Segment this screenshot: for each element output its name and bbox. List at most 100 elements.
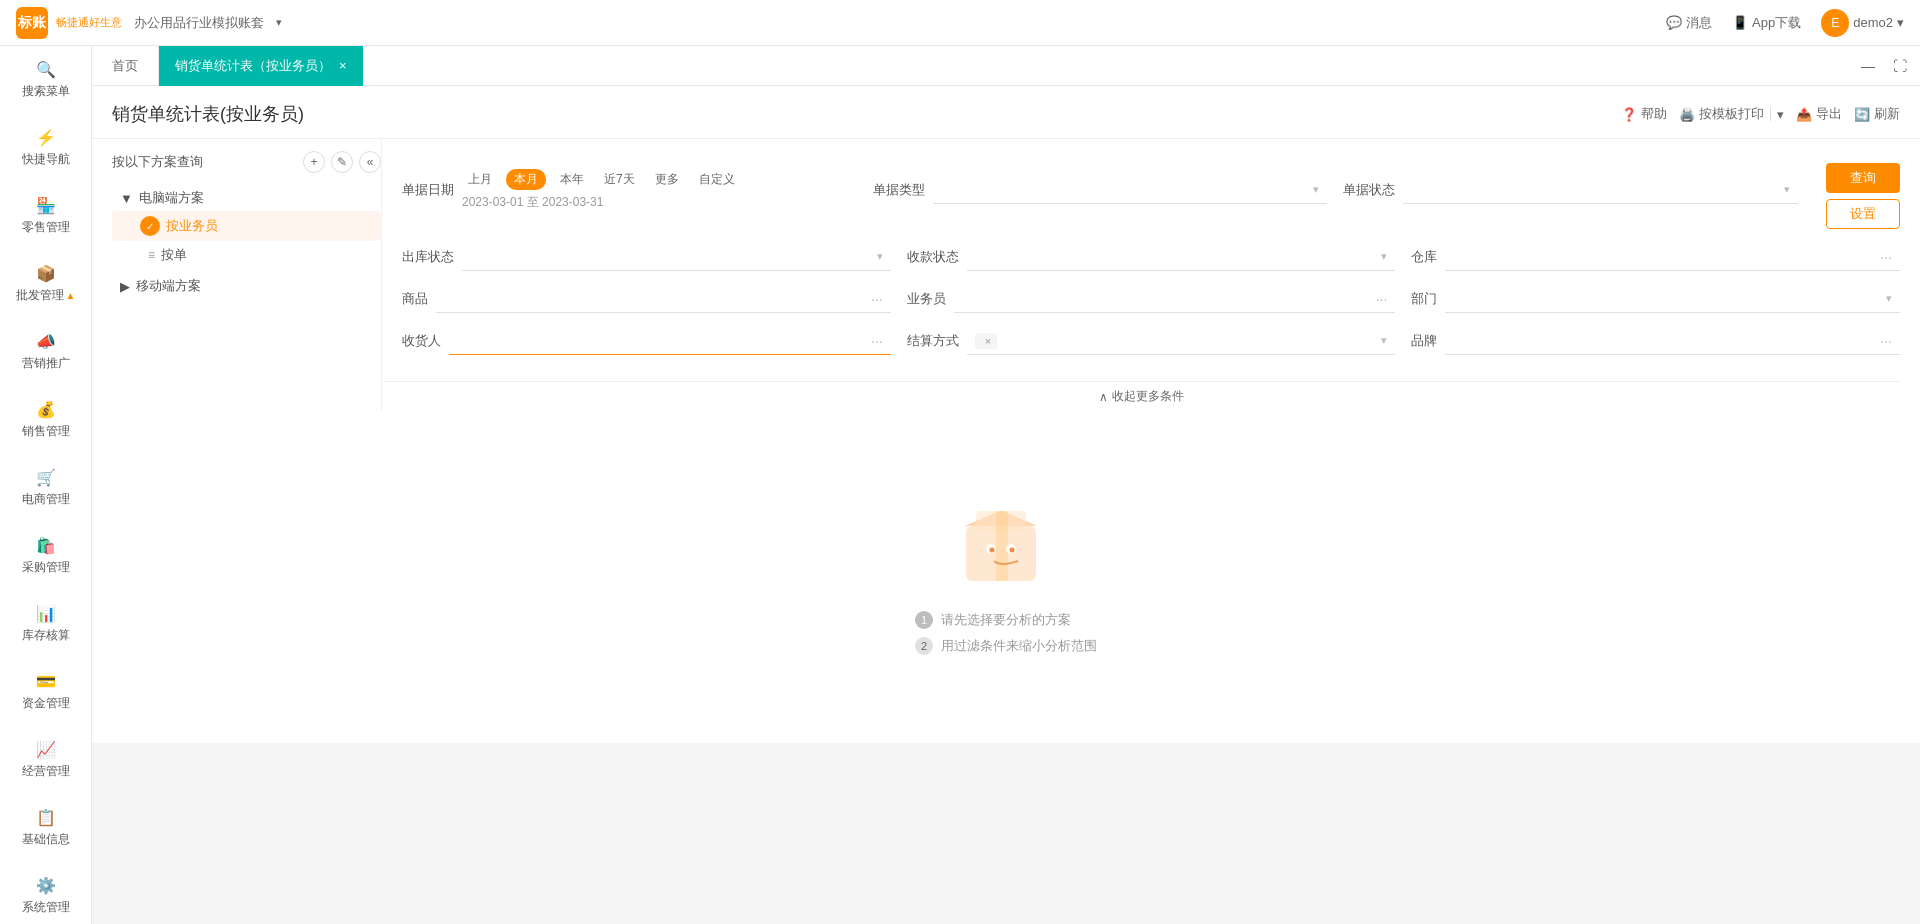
filter-salesperson: 业务员 ··· bbox=[907, 285, 1396, 313]
date-control: 上月 本月 本年 近7天 更多 自定义 2023-03-01 至 20 bbox=[462, 169, 857, 211]
sidebar-item-wholesale[interactable]: 📦 批发管理▲ bbox=[0, 250, 91, 318]
goods-dots[interactable]: ··· bbox=[871, 291, 883, 307]
collapse-btn-label: 收起更多条件 bbox=[1112, 388, 1184, 405]
date-tab-more[interactable]: 更多 bbox=[649, 169, 685, 190]
warehouse-dots[interactable]: ··· bbox=[1880, 249, 1892, 265]
date-tab-7days[interactable]: 近7天 bbox=[598, 169, 641, 190]
sidebar-item-ops[interactable]: 📈 经营管理 bbox=[0, 726, 91, 794]
app-download-btn[interactable]: 📱 App下载 bbox=[1732, 14, 1801, 32]
receive-status-control[interactable]: ▾ bbox=[967, 243, 1396, 271]
scheme-item-salesperson[interactable]: ✓ 按业务员 bbox=[112, 211, 381, 241]
date-tab-this-month[interactable]: 本月 bbox=[506, 169, 546, 190]
refresh-btn[interactable]: 🔄 刷新 bbox=[1854, 105, 1900, 123]
scheme-item-by-order[interactable]: ≡ 按单 bbox=[112, 241, 381, 269]
settings-button[interactable]: 设置 bbox=[1826, 199, 1900, 229]
filter-section: 按以下方案查询 + ✎ « ▼ bbox=[92, 139, 1920, 411]
sidebar-item-purchase[interactable]: 🛍️ 采购管理 bbox=[0, 522, 91, 590]
filter-dept: 部门 ▾ bbox=[1411, 285, 1900, 313]
mobile-scheme-group: ▶ 移动端方案 bbox=[112, 273, 381, 299]
salesperson-control[interactable]: ··· bbox=[954, 285, 1396, 313]
system-icon: ⚙️ bbox=[8, 876, 83, 895]
doc-status-arrow: ▾ bbox=[1784, 183, 1790, 196]
out-status-arrow: ▾ bbox=[877, 250, 883, 263]
tab-active-report[interactable]: 销货单统计表（按业务员） × bbox=[159, 46, 363, 86]
svg-point-6 bbox=[1010, 548, 1015, 553]
collapse-scheme-btn[interactable]: « bbox=[359, 151, 381, 173]
desktop-scheme-group: ▼ 电脑端方案 ✓ 按业务员 ≡ 按单 bbox=[112, 185, 381, 269]
collapse-more-btn[interactable]: ∧ 收起更多条件 bbox=[1099, 388, 1184, 405]
sales-icon: 💰 bbox=[8, 400, 83, 419]
expand-icon: ▼ bbox=[120, 191, 133, 206]
sidebar-item-label: 基础信息 bbox=[8, 831, 83, 848]
sidebar-item-inventory[interactable]: 📊 库存核算 bbox=[0, 590, 91, 658]
doc-type-control[interactable]: ▾ bbox=[933, 176, 1328, 204]
sidebar-item-label: 营销推广 bbox=[8, 355, 83, 372]
help-icon: ❓ bbox=[1621, 107, 1637, 122]
edit-scheme-btn[interactable]: ✎ bbox=[331, 151, 353, 173]
filter-row-4: 收货人 ··· 结算方式 bbox=[402, 327, 1900, 355]
message-btn[interactable]: 💬 消息 bbox=[1666, 14, 1712, 32]
top-bar-left: 标账 畅捷通好生意 办公用品行业模拟账套 ▾ bbox=[16, 7, 282, 39]
date-tab-this-year[interactable]: 本年 bbox=[554, 169, 590, 190]
sidebar-item-sales[interactable]: 💰 销售管理 bbox=[0, 386, 91, 454]
settlement-control[interactable]: × ▾ bbox=[967, 327, 1396, 355]
tab-minimize-btn[interactable]: — bbox=[1856, 54, 1880, 78]
top-bar-title: 办公用品行业模拟账套 bbox=[134, 14, 264, 32]
refresh-icon: 🔄 bbox=[1854, 107, 1870, 122]
add-scheme-btn[interactable]: + bbox=[303, 151, 325, 173]
recipient-label: 收货人 bbox=[402, 332, 441, 350]
top-bar-right: 💬 消息 📱 App下载 E demo2 ▾ bbox=[1666, 9, 1904, 37]
salesperson-dots[interactable]: ··· bbox=[1376, 291, 1388, 307]
settlement-tag: × bbox=[975, 333, 997, 349]
mobile-scheme-title[interactable]: ▶ 移动端方案 bbox=[112, 273, 381, 299]
date-tab-last-month[interactable]: 上月 bbox=[462, 169, 498, 190]
sidebar-item-search[interactable]: 🔍 搜索菜单 bbox=[0, 46, 91, 114]
sidebar-item-retail[interactable]: 🏪 零售管理 bbox=[0, 182, 91, 250]
sidebar-item-quicknav[interactable]: ⚡ 快捷导航 bbox=[0, 114, 91, 182]
logo-icon: 标账 bbox=[16, 7, 48, 39]
logo-abbr-text: 标账 bbox=[18, 14, 46, 32]
empty-illustration bbox=[946, 491, 1066, 591]
user-area[interactable]: E demo2 ▾ bbox=[1821, 9, 1904, 37]
tab-maximize-btn[interactable]: ⛶ bbox=[1888, 54, 1912, 78]
sidebar-item-system[interactable]: ⚙️ 系统管理 bbox=[0, 862, 91, 924]
filter-row-3: 商品 ··· 业务员 bbox=[402, 285, 1900, 313]
print-btn[interactable]: 🖨️ 按模板打印 ▾ bbox=[1679, 105, 1784, 123]
step-num-2: 2 bbox=[915, 637, 933, 655]
main-area: 🔍 搜索菜单 ⚡ 快捷导航 🏪 零售管理 📦 批发管理▲ 📣 营销推广 💰 bbox=[0, 46, 1920, 924]
empty-step1-text: 请先选择要分析的方案 bbox=[941, 611, 1071, 629]
logo-app-name: 畅捷通好生意 bbox=[56, 15, 122, 29]
page-title: 销货单统计表(按业务员) bbox=[112, 102, 304, 126]
help-btn[interactable]: ❓ 帮助 bbox=[1621, 105, 1667, 123]
query-button[interactable]: 查询 bbox=[1826, 163, 1900, 193]
export-label: 导出 bbox=[1816, 105, 1842, 123]
settlement-clear-btn[interactable]: × bbox=[985, 335, 991, 347]
sidebar-item-ecommerce[interactable]: 🛒 电商管理 bbox=[0, 454, 91, 522]
recipient-dots[interactable]: ··· bbox=[871, 333, 883, 349]
step-num-1: 1 bbox=[915, 611, 933, 629]
basic-icon: 📋 bbox=[8, 808, 83, 827]
brand-dots[interactable]: ··· bbox=[1880, 333, 1892, 349]
top-bar-dropdown[interactable]: ▾ bbox=[276, 16, 282, 29]
ecommerce-icon: 🛒 bbox=[8, 468, 83, 487]
dept-control[interactable]: ▾ bbox=[1445, 285, 1900, 313]
scheme-actions: + ✎ « bbox=[303, 151, 381, 173]
sidebar-item-marketing[interactable]: 📣 营销推广 bbox=[0, 318, 91, 386]
warehouse-control[interactable]: ··· bbox=[1445, 243, 1900, 271]
print-sep bbox=[1770, 107, 1771, 121]
goods-control[interactable]: ··· bbox=[436, 285, 891, 313]
tab-close-btn[interactable]: × bbox=[339, 58, 347, 73]
desktop-scheme-title[interactable]: ▼ 电脑端方案 bbox=[112, 185, 381, 211]
sidebar-item-finance[interactable]: 💳 资金管理 bbox=[0, 658, 91, 726]
out-status-control[interactable]: ▾ bbox=[462, 243, 891, 271]
doc-status-control[interactable]: ▾ bbox=[1403, 176, 1798, 204]
recipient-control[interactable]: ··· bbox=[449, 327, 891, 355]
date-tab-custom[interactable]: 自定义 bbox=[693, 169, 741, 190]
filter-doc-status: 单据状态 ▾ bbox=[1343, 176, 1798, 204]
tab-home[interactable]: 首页 bbox=[92, 46, 159, 86]
export-btn[interactable]: 📤 导出 bbox=[1796, 105, 1842, 123]
sidebar-item-basic[interactable]: 📋 基础信息 bbox=[0, 794, 91, 862]
brand-control[interactable]: ··· bbox=[1445, 327, 1900, 355]
mobile-scheme-label: 移动端方案 bbox=[136, 277, 201, 295]
empty-step-1: 1 请先选择要分析的方案 bbox=[915, 611, 1097, 629]
